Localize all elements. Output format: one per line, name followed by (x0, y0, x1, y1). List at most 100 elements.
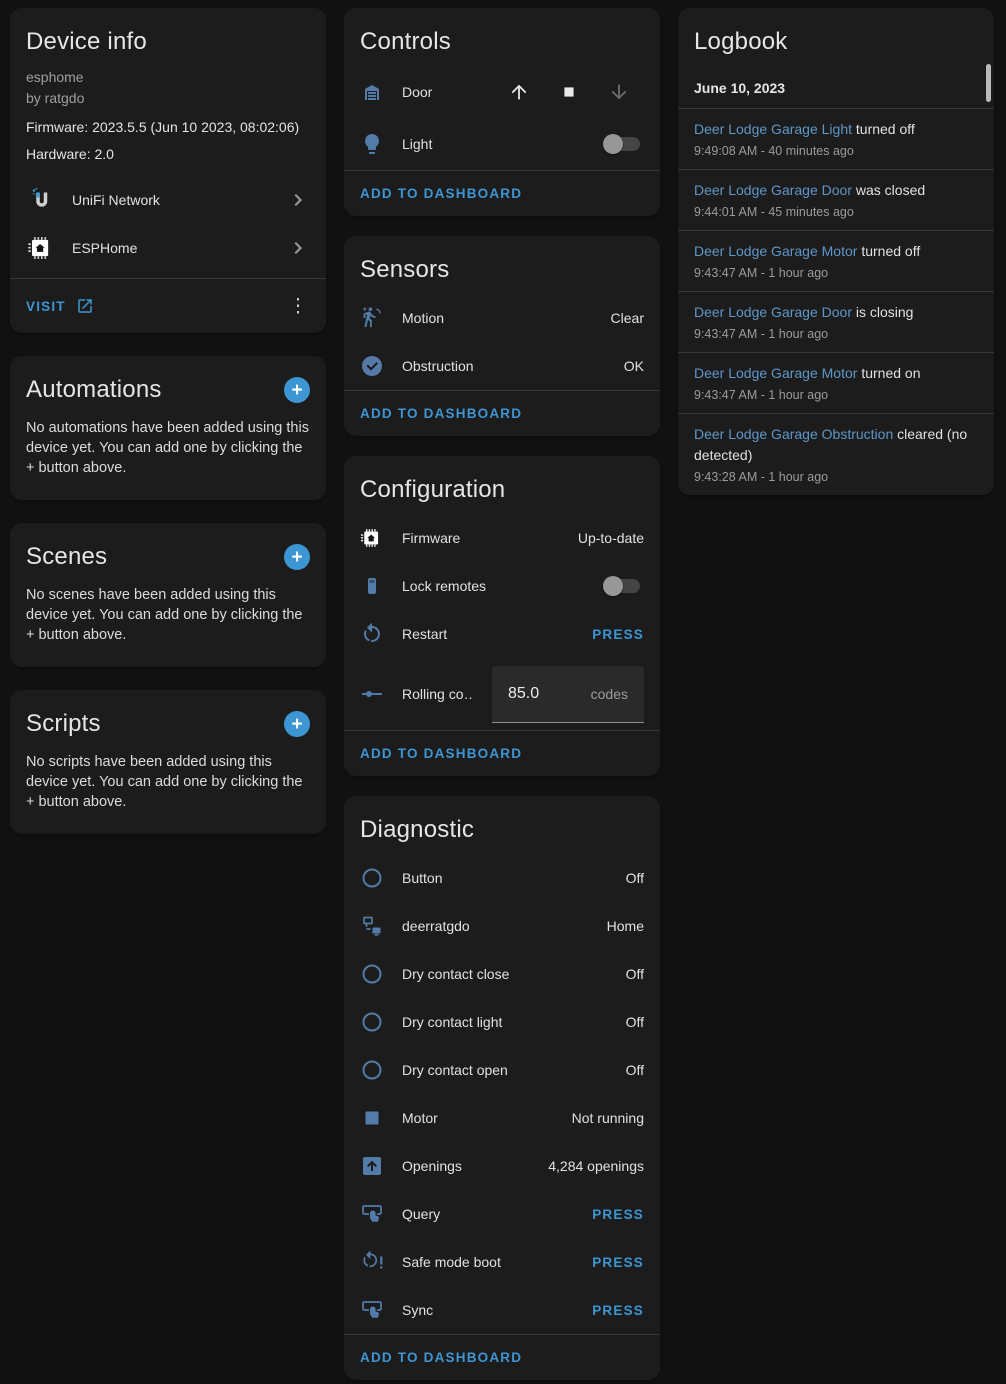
logbook-entry: Deer Lodge Garage Door is closing 9:43:4… (678, 291, 994, 352)
logbook-entry: Deer Lodge Garage Light turned off 9:49:… (678, 108, 994, 169)
device-name: esphome (26, 69, 84, 85)
add-to-dashboard-button[interactable]: ADD TO DASHBOARD (360, 1350, 522, 1365)
diagnostic-row-motor: Motor Not running (344, 1094, 660, 1142)
circle-outline-icon (360, 1010, 384, 1034)
light-toggle[interactable] (603, 134, 640, 154)
gesture-tap-icon (360, 1298, 384, 1322)
visit-label: VISIT (26, 298, 66, 314)
device-hardware: Hardware: 2.0 (26, 146, 114, 162)
entry-time: 9:44:01 AM - 45 minutes ago (694, 205, 854, 219)
add-to-dashboard-button[interactable]: ADD TO DASHBOARD (360, 406, 522, 421)
garage-door-icon (360, 80, 384, 104)
integration-list: UniFi Network ESPHome (10, 176, 326, 272)
logbook-scrollbar[interactable] (986, 64, 991, 102)
lock-remotes-row: Lock remotes (344, 562, 660, 610)
entity-link[interactable]: Deer Lodge Garage Door (694, 304, 852, 320)
motion-row: Motion Clear (344, 294, 660, 342)
open-in-new-icon (78, 299, 92, 313)
rolling-code-row: Rolling co… 85.0 codes (344, 658, 660, 730)
add-script-button[interactable]: + (284, 711, 310, 737)
automations-empty-text: No automations have been added using thi… (26, 420, 309, 476)
circle-outline-icon (360, 866, 384, 890)
scenes-title: Scenes (26, 543, 108, 570)
right-column: Logbook June 10, 2023 Deer Lodge Garage … (678, 8, 994, 495)
arrow-up-box-icon (360, 1154, 384, 1178)
entity-name: Dry contact close (402, 966, 510, 982)
visit-button[interactable]: VISIT (26, 297, 94, 315)
diagnostic-card: Diagnostic Button Off deerratgdo Home Dr… (344, 796, 660, 1380)
configuration-card: Configuration Firmware Up-to-date Lock r… (344, 456, 660, 776)
middle-column: Controls Door Light ADD TO DASHBOARD Sen… (344, 8, 660, 1380)
entity-name: Openings (402, 1158, 462, 1174)
diagnostic-title: Diagnostic (360, 816, 475, 843)
rolling-code-value: 85.0 (508, 684, 540, 702)
entity-link[interactable]: Deer Lodge Garage Obstruction (694, 426, 893, 442)
logbook-entry: Deer Lodge Garage Door was closed 9:44:0… (678, 169, 994, 230)
scripts-title: Scripts (26, 710, 101, 737)
esphome-logo-icon (26, 233, 56, 263)
scripts-empty-text: No scripts have been added using this de… (26, 754, 303, 810)
light-row: Light (344, 118, 660, 170)
check-circle-icon (360, 354, 384, 378)
controls-card: Controls Door Light ADD TO DASHBOARD (344, 8, 660, 216)
entity-state: Off (625, 1014, 644, 1030)
add-scene-button[interactable]: + (284, 544, 310, 570)
logbook-entry: Deer Lodge Garage Motor turned on 9:43:4… (678, 352, 994, 413)
sync-press-button[interactable]: PRESS (592, 1303, 644, 1318)
sensors-card: Sensors Motion Clear Obstruction OK ADD … (344, 236, 660, 436)
lock-remotes-toggle[interactable] (603, 576, 640, 596)
entry-action: is closing (855, 304, 914, 320)
scenes-empty-text: No scenes have been added using this dev… (26, 587, 303, 643)
entity-name: Sync (402, 1302, 434, 1318)
sensors-title: Sensors (360, 256, 450, 283)
entity-name: Dry contact open (402, 1062, 508, 1078)
square-icon (360, 1106, 384, 1130)
toggle-thumb (603, 576, 623, 596)
overflow-menu-icon[interactable]: ⋮ (286, 297, 310, 316)
rolling-code-unit: codes (590, 685, 628, 702)
door-label: Door (402, 84, 433, 100)
entity-link[interactable]: Deer Lodge Garage Motor (694, 243, 857, 259)
diagnostic-row-dry-contact-close: Dry contact close Off (344, 950, 660, 998)
scripts-card: Scripts + No scripts have been added usi… (10, 690, 326, 834)
entity-state: 4,284 openings (548, 1158, 644, 1174)
rolling-code-input[interactable]: 85.0 codes (492, 665, 644, 723)
entry-action: turned off (855, 121, 915, 137)
entry-time: 9:49:08 AM - 40 minutes ago (694, 144, 854, 158)
add-to-dashboard-button[interactable]: ADD TO DASHBOARD (360, 746, 522, 761)
add-to-dashboard-button[interactable]: ADD TO DASHBOARD (360, 186, 522, 201)
logbook-entry: Deer Lodge Garage Obstruction cleared (n… (678, 413, 994, 495)
restart-row: Restart PRESS (344, 610, 660, 658)
device-manufacturer: by ratgdo (26, 90, 85, 106)
motion-sensor-icon (360, 306, 384, 330)
config-state: Up-to-date (577, 530, 644, 546)
entity-name: Safe mode boot (402, 1254, 501, 1270)
door-open-button[interactable] (494, 72, 544, 112)
unifi-logo-icon (26, 185, 56, 215)
entry-time: 9:43:47 AM - 1 hour ago (694, 388, 829, 402)
restart-alert-icon (360, 1250, 384, 1274)
door-stop-button[interactable] (544, 72, 594, 112)
integration-row-unifi[interactable]: UniFi Network (10, 176, 326, 224)
entity-state: Home (606, 918, 644, 934)
entity-link[interactable]: Deer Lodge Garage Motor (694, 365, 857, 381)
restart-press-button[interactable]: PRESS (592, 627, 644, 642)
entity-state: Off (625, 1062, 644, 1078)
configuration-footer: ADD TO DASHBOARD (344, 730, 660, 776)
entity-link[interactable]: Deer Lodge Garage Light (694, 121, 852, 137)
entity-link[interactable]: Deer Lodge Garage Door (694, 182, 852, 198)
config-label: Restart (402, 626, 448, 642)
safe-mode-boot-press-button[interactable]: PRESS (592, 1255, 644, 1270)
query-press-button[interactable]: PRESS (592, 1207, 644, 1222)
chevron-right-icon (286, 236, 310, 260)
diagnostic-row-dry-contact-light: Dry contact light Off (344, 998, 660, 1046)
entity-name: Dry contact light (402, 1014, 503, 1030)
light-label: Light (402, 136, 433, 152)
entity-name: Button (402, 870, 443, 886)
integration-row-esphome[interactable]: ESPHome (10, 224, 326, 272)
circle-outline-icon (360, 962, 384, 986)
diagnostic-row-dry-contact-open: Dry contact open Off (344, 1046, 660, 1094)
diagnostic-row-button: Button Off (344, 854, 660, 902)
add-automation-button[interactable]: + (284, 377, 310, 403)
door-close-button[interactable] (594, 72, 644, 112)
